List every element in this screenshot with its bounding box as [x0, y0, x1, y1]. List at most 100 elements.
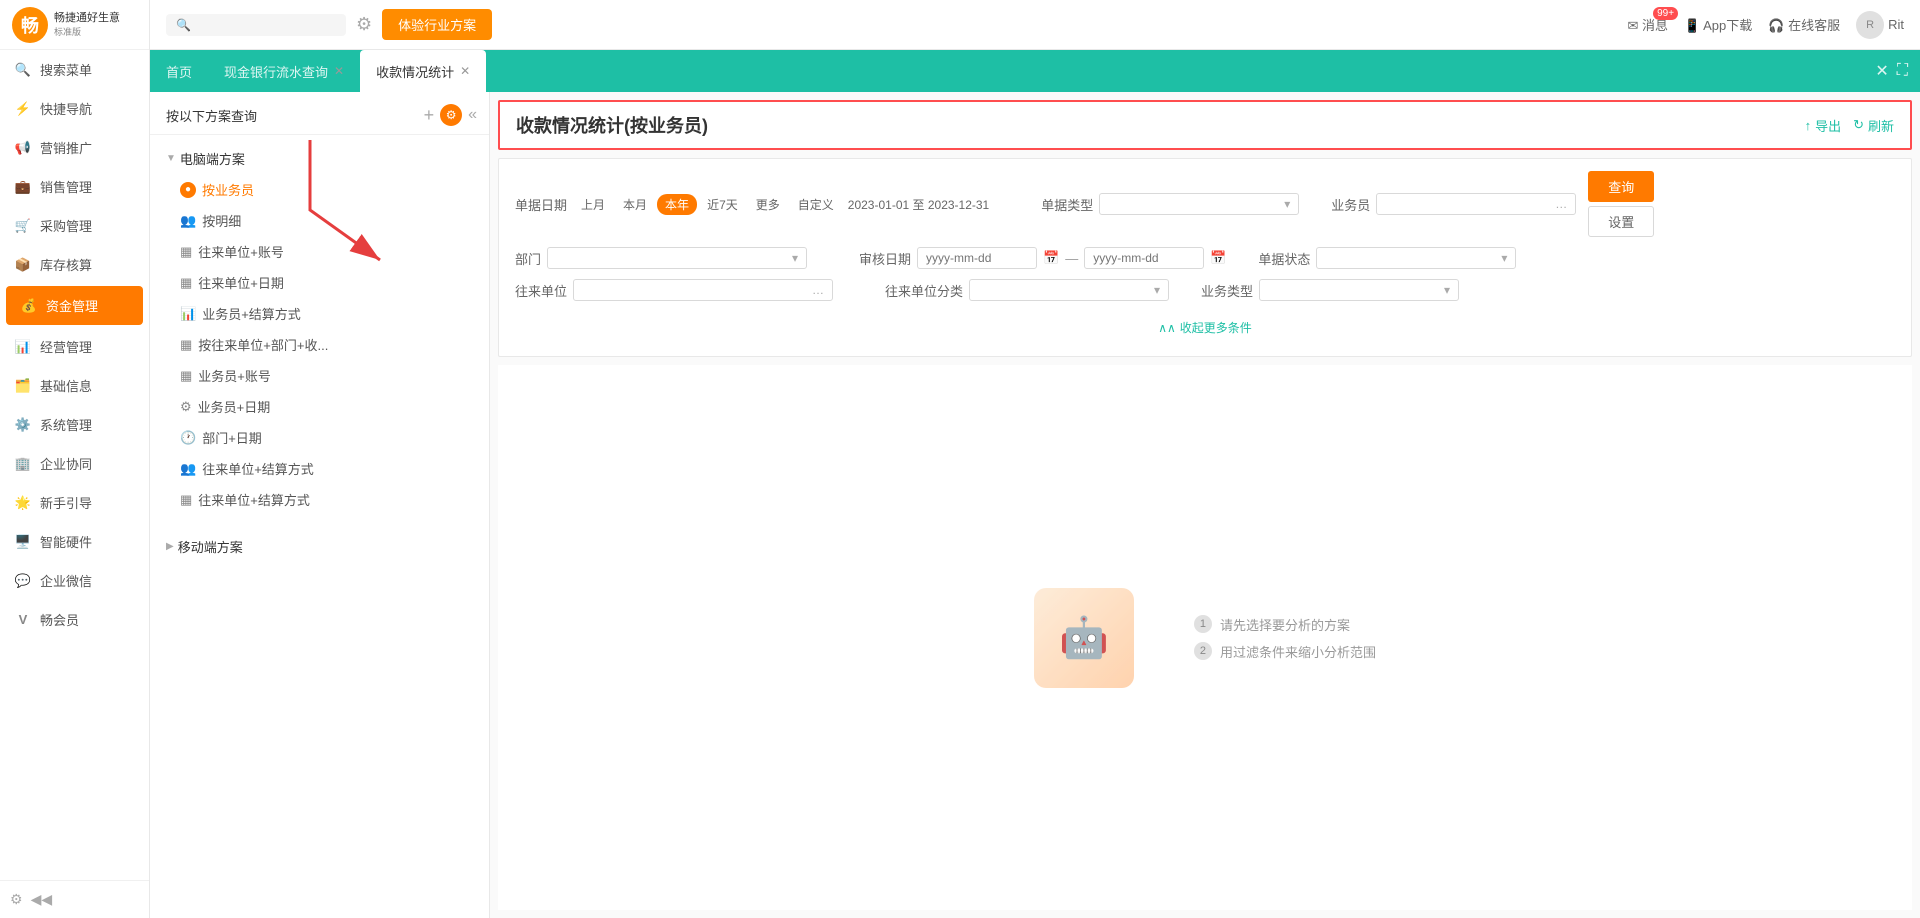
receivable-tab-close[interactable]: ✕	[460, 64, 470, 78]
settings-button[interactable]: 设置	[1588, 206, 1654, 237]
sidebar-item-label: 系统管理	[40, 415, 92, 434]
sidebar-item-shortcut[interactable]: ⚡ 快捷导航	[0, 89, 149, 128]
bank-flow-tab-label: 现金银行流水查询	[224, 62, 328, 81]
refresh-button[interactable]: ↻ 刷新	[1853, 116, 1894, 135]
salesperson-dropdown-icon: …	[1555, 197, 1567, 211]
voucher-status-select[interactable]: ▾	[1316, 247, 1516, 269]
counterpart-category-select[interactable]: ▾	[969, 279, 1169, 301]
tree-child-staff-date[interactable]: ⚙ 业务员+日期	[150, 391, 489, 422]
sidebar-item-marketing[interactable]: 📢 营销推广	[0, 128, 149, 167]
date-tab-more[interactable]: 更多	[748, 194, 788, 215]
app-download-label: App下载	[1703, 18, 1752, 33]
tree-mobile-parent[interactable]: ▶ 移动端方案	[150, 531, 489, 562]
calendar-to-icon[interactable]: 📅	[1210, 250, 1226, 266]
sidebar-item-label: 资金管理	[46, 296, 98, 315]
tree-child-dept-date[interactable]: 🕐 部门+日期	[150, 422, 489, 453]
by-staff-icon: ●	[180, 182, 196, 198]
counterpart-dots-icon[interactable]: …	[812, 283, 824, 297]
export-button[interactable]: ↑ 导出	[1805, 116, 1842, 135]
tree-child-by-detail[interactable]: 👥 按明细	[150, 205, 489, 236]
sidebar-item-member[interactable]: V 畅会员	[0, 600, 149, 639]
tree-child-unit-dept[interactable]: ▦ 按往来单位+部门+收...	[150, 329, 489, 360]
tab-receivable[interactable]: 收款情况统计 ✕	[360, 50, 486, 92]
date-range-display: 2023-01-01 至 2023-12-31	[848, 196, 989, 213]
dept-dropdown-icon: ▾	[792, 251, 798, 265]
sidebar-item-finance[interactable]: 💰 资金管理	[6, 286, 143, 325]
date-tab-this-year[interactable]: 本年	[657, 194, 697, 215]
staff-account-icon: ▦	[180, 368, 192, 384]
sidebar-item-wechat[interactable]: 💬 企业微信	[0, 561, 149, 600]
query-button[interactable]: 查询	[1588, 171, 1654, 202]
sidebar: 畅 畅捷通好生意 标准版 🔍 搜索菜单 ⚡ 快捷导航 📢 营销推广 💼 销售管理…	[0, 0, 150, 918]
date-tab-custom[interactable]: 自定义	[790, 194, 842, 215]
by-detail-icon: 👥	[180, 213, 196, 229]
settings-bottom-icon[interactable]: ⚙	[10, 891, 23, 908]
sidebar-item-sales[interactable]: 💼 销售管理	[0, 167, 149, 206]
counterpart-category-dropdown-icon: ▾	[1154, 283, 1160, 297]
empty-state-area: 🤖 1 请先选择要分析的方案 2 用过滤条件来缩小分析范围	[498, 365, 1912, 910]
date-tab-this-month[interactable]: 本月	[615, 194, 655, 215]
date-tab-last-month[interactable]: 上月	[573, 194, 613, 215]
add-scheme-icon[interactable]: +	[424, 105, 435, 126]
sidebar-item-label: 企业微信	[40, 571, 92, 590]
review-date-from-input[interactable]	[917, 247, 1037, 269]
tree-child-unit-settle2[interactable]: ▦ 往来单位+结算方式	[150, 484, 489, 515]
home-tab-label: 首页	[166, 62, 192, 81]
tree-child-unit-date[interactable]: ▦ 往来单位+日期	[150, 267, 489, 298]
sidebar-item-operation[interactable]: 📊 经营管理	[0, 327, 149, 366]
review-date-filter: 审核日期 📅 — 📅	[859, 247, 1226, 269]
voucher-status-filter: 单据状态 ▾	[1258, 247, 1516, 269]
message-area[interactable]: ✉ 消息 99+	[1628, 15, 1669, 34]
staff-date-icon: ⚙	[180, 399, 192, 415]
business-type-select[interactable]: ▾	[1259, 279, 1459, 301]
marketing-icon: 📢	[14, 139, 32, 157]
top-search-box[interactable]: 🔍	[166, 14, 346, 36]
dept-select[interactable]: ▾	[547, 247, 807, 269]
tree-desktop-label: 电脑端方案	[180, 149, 245, 168]
tree-child-staff-account[interactable]: ▦ 业务员+账号	[150, 360, 489, 391]
tree-child-label: 按往来单位+部门+收...	[198, 335, 328, 354]
tab-close-all-icon[interactable]: ✕	[1875, 61, 1888, 81]
sidebar-item-system[interactable]: ⚙️ 系统管理	[0, 405, 149, 444]
counterpart-select[interactable]: …	[573, 279, 833, 301]
sidebar-item-label: 销售管理	[40, 177, 92, 196]
sidebar-item-search[interactable]: 🔍 搜索菜单	[0, 50, 149, 89]
tab-expand-icon[interactable]: ⛶	[1897, 62, 1908, 80]
app-download-area[interactable]: 📱 App下载	[1684, 15, 1752, 34]
right-panel: 收款情况统计(按业务员) ↑ 导出 ↻ 刷新 单据日期	[490, 92, 1920, 918]
trial-button[interactable]: 体验行业方案	[382, 9, 492, 40]
tree-child-unit-settle1[interactable]: 👥 往来单位+结算方式	[150, 453, 489, 484]
review-date-to-input[interactable]	[1084, 247, 1204, 269]
sidebar-item-basic[interactable]: 🗂️ 基础信息	[0, 366, 149, 405]
header-gear-icon[interactable]: ⚙	[356, 14, 372, 35]
tree-child-label: 往来单位+结算方式	[198, 490, 310, 509]
collapse-more-conditions[interactable]: ∧∧ 收起更多条件	[515, 311, 1895, 344]
inventory-icon: 📦	[14, 256, 32, 274]
finance-icon: 💰	[20, 297, 38, 315]
sidebar-item-corp[interactable]: 🏢 企业协同	[0, 444, 149, 483]
sidebar-item-guide[interactable]: 🌟 新手引导	[0, 483, 149, 522]
sidebar-item-hardware[interactable]: 🖥️ 智能硬件	[0, 522, 149, 561]
empty-tip-2: 2 用过滤条件来缩小分析范围	[1194, 642, 1376, 661]
online-service-area[interactable]: 🎧 在线客服	[1768, 15, 1840, 34]
bank-flow-tab-close[interactable]: ✕	[334, 64, 344, 78]
tree-child-by-staff[interactable]: ● 按业务员	[150, 174, 489, 205]
collapse-sidebar-icon[interactable]: ◀◀	[31, 891, 53, 908]
avatar: R	[1856, 11, 1884, 39]
salesperson-select[interactable]: …	[1376, 193, 1576, 215]
tree-desktop-parent[interactable]: ▼ 电脑端方案	[150, 143, 489, 174]
calendar-from-icon[interactable]: 📅	[1043, 250, 1059, 266]
business-type-dropdown-icon: ▾	[1444, 283, 1450, 297]
collapse-panel-icon[interactable]: «	[468, 106, 477, 124]
tab-bank-flow[interactable]: 现金银行流水查询 ✕	[208, 50, 360, 92]
tab-home[interactable]: 首页	[150, 50, 208, 92]
sidebar-item-label: 经营管理	[40, 337, 92, 356]
date-tab-last-7[interactable]: 近7天	[699, 194, 746, 215]
scheme-settings-icon[interactable]: ⚙	[440, 104, 462, 126]
sidebar-item-inventory[interactable]: 📦 库存核算	[0, 245, 149, 284]
voucher-type-select[interactable]: ▾	[1099, 193, 1299, 215]
sidebar-item-purchase[interactable]: 🛒 采购管理	[0, 206, 149, 245]
tree-child-unit-account[interactable]: ▦ 往来单位+账号	[150, 236, 489, 267]
tree-child-staff-settle[interactable]: 📊 业务员+结算方式	[150, 298, 489, 329]
user-area[interactable]: R Rit	[1856, 11, 1904, 39]
